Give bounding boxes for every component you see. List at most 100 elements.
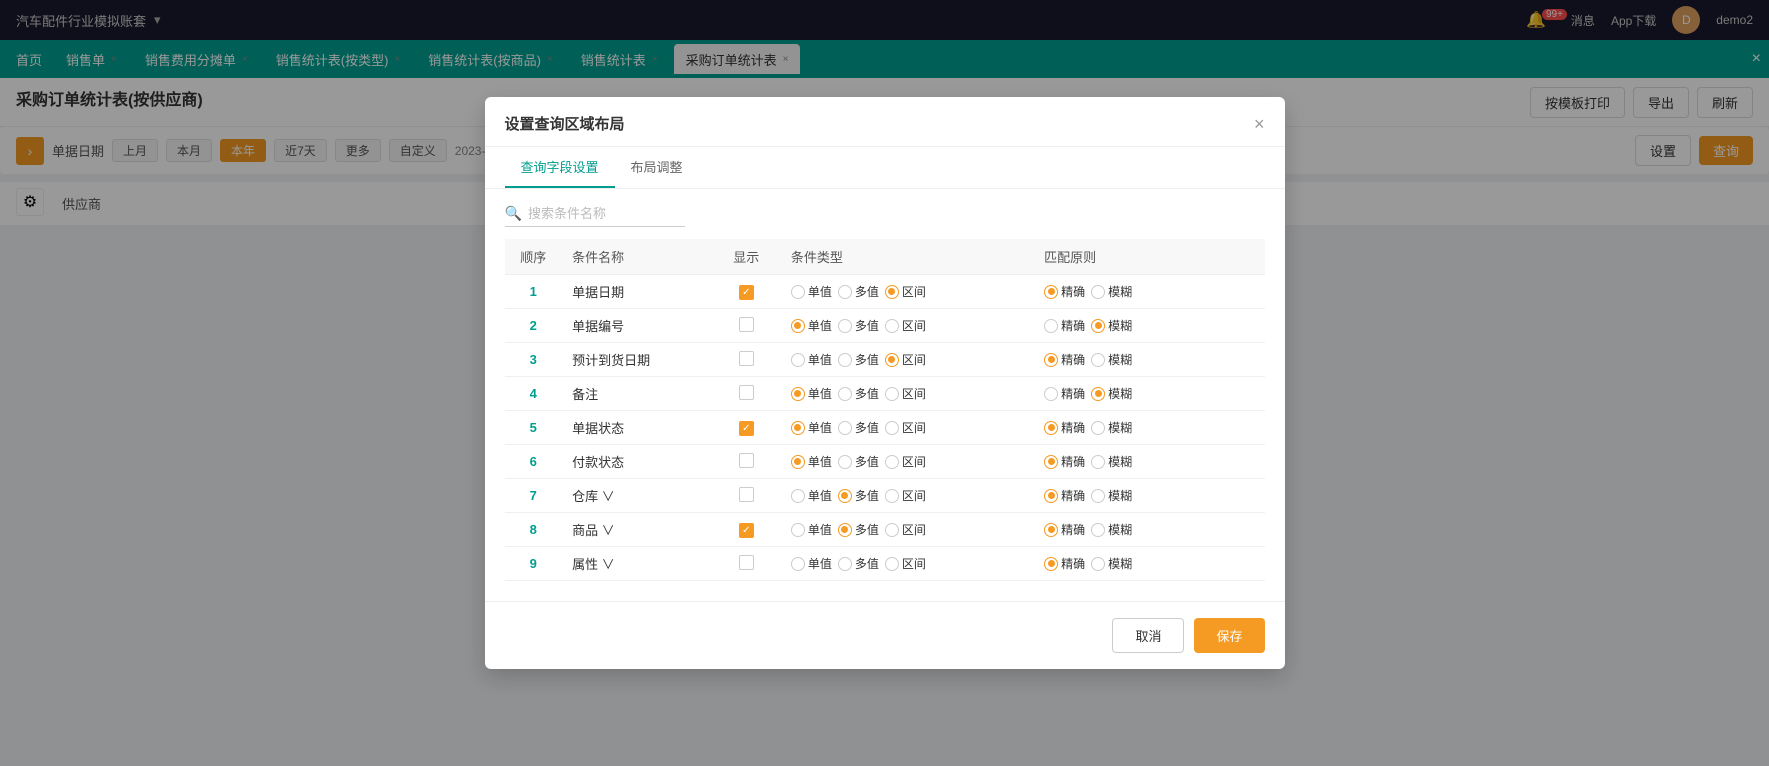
radio-fuzzy-2[interactable]: 模糊	[1091, 351, 1132, 368]
radio-multi-5[interactable]: 多值	[838, 453, 879, 470]
display-checkbox-4[interactable]	[739, 421, 754, 436]
radio-single-0[interactable]: 单值	[791, 283, 832, 300]
table-row: 2单据编号 单值 多值 区间 精确 模糊	[505, 309, 1265, 343]
radio-single-7[interactable]: 单值	[791, 521, 832, 538]
radio-fuzzy-3[interactable]: 模糊	[1091, 385, 1132, 402]
display-checkbox-7[interactable]	[739, 523, 754, 538]
modal-title: 设置查询区域布局	[505, 113, 625, 134]
modal-close-button[interactable]: ×	[1254, 115, 1265, 133]
radio-single-4[interactable]: 单值	[791, 419, 832, 436]
radio-single-5[interactable]: 单值	[791, 453, 832, 470]
radio-exact-6[interactable]: 精确	[1044, 487, 1085, 504]
radio-fuzzy-7[interactable]: 模糊	[1091, 521, 1132, 538]
radio-multi-6[interactable]: 多值	[838, 487, 879, 504]
radio-multi-0[interactable]: 多值	[838, 283, 879, 300]
cell-order-7: 8	[505, 513, 563, 547]
display-checkbox-3[interactable]	[739, 385, 754, 400]
cell-match-0: 精确 模糊	[1034, 275, 1264, 309]
cell-type-4: 单值 多值 区间	[781, 411, 1034, 445]
radio-fuzzy-5[interactable]: 模糊	[1091, 453, 1132, 470]
cell-match-9: 精确 模糊	[1034, 581, 1264, 590]
radio-range-0[interactable]: 区间	[885, 283, 926, 300]
table-row: 5单据状态 单值 多值 区间 精确 模糊	[505, 411, 1265, 445]
table-row: 8商品 ∨ 单值 多值 区间 精确 模糊	[505, 513, 1265, 547]
cell-match-4: 精确 模糊	[1034, 411, 1264, 445]
cell-name-6: 仓库 ∨	[562, 479, 712, 513]
cell-name-7: 商品 ∨	[562, 513, 712, 547]
condition-search-input[interactable]	[528, 206, 668, 221]
display-checkbox-1[interactable]	[739, 317, 754, 332]
radio-multi-3[interactable]: 多值	[838, 385, 879, 402]
radio-range-4[interactable]: 区间	[885, 419, 926, 436]
conditions-table: 顺序 条件名称 显示 条件类型 匹配原则 1单据日期 单值 多值	[505, 239, 1265, 589]
cell-order-0: 1	[505, 275, 563, 309]
col-header-name: 条件名称	[562, 239, 712, 275]
cell-display-0[interactable]	[712, 275, 781, 309]
radio-multi-7[interactable]: 多值	[838, 521, 879, 538]
cell-name-9: 有无商品图片	[562, 581, 712, 590]
cancel-button[interactable]: 取消	[1112, 618, 1184, 653]
radio-range-5[interactable]: 区间	[885, 453, 926, 470]
display-checkbox-9[interactable]	[739, 589, 754, 590]
radio-fuzzy-0[interactable]: 模糊	[1091, 283, 1132, 300]
radio-exact-2[interactable]: 精确	[1044, 351, 1085, 368]
cell-order-6: 7	[505, 479, 563, 513]
save-button[interactable]: 保存	[1194, 618, 1264, 653]
display-checkbox-6[interactable]	[739, 487, 754, 502]
radio-multi-8[interactable]: 多值	[838, 555, 879, 572]
cell-order-5: 6	[505, 445, 563, 479]
radio-exact-5[interactable]: 精确	[1044, 453, 1085, 470]
cell-display-6[interactable]	[712, 479, 781, 513]
radio-exact-4[interactable]: 精确	[1044, 419, 1085, 436]
cell-match-3: 精确 模糊	[1034, 377, 1264, 411]
cell-display-8[interactable]	[712, 547, 781, 581]
table-row: 9属性 ∨ 单值 多值 区间 精确 模糊	[505, 547, 1265, 581]
cell-type-6: 单值 多值 区间	[781, 479, 1034, 513]
radio-single-2[interactable]: 单值	[791, 351, 832, 368]
cell-display-5[interactable]	[712, 445, 781, 479]
table-row: 1单据日期 单值 多值 区间 精确 模糊	[505, 275, 1265, 309]
modal-body: 🔍 顺序 条件名称 显示 条件类型 匹配原则	[485, 189, 1285, 601]
display-checkbox-0[interactable]	[739, 285, 754, 300]
radio-single-1[interactable]: 单值	[791, 317, 832, 334]
cell-order-8: 9	[505, 547, 563, 581]
radio-range-7[interactable]: 区间	[885, 521, 926, 538]
table-row: 10有无商品图片 单值 多值 区间 精确 模糊	[505, 581, 1265, 590]
radio-multi-4[interactable]: 多值	[838, 419, 879, 436]
radio-range-2[interactable]: 区间	[885, 351, 926, 368]
radio-exact-1[interactable]: 精确	[1044, 317, 1085, 334]
cell-type-8: 单值 多值 区间	[781, 547, 1034, 581]
radio-exact-8[interactable]: 精确	[1044, 555, 1085, 572]
radio-multi-1[interactable]: 多值	[838, 317, 879, 334]
radio-fuzzy-1[interactable]: 模糊	[1091, 317, 1132, 334]
cell-display-2[interactable]	[712, 343, 781, 377]
cell-display-3[interactable]	[712, 377, 781, 411]
modal-tab-layout[interactable]: 布局调整	[615, 147, 699, 188]
modal-header: 设置查询区域布局 ×	[485, 97, 1285, 147]
radio-exact-0[interactable]: 精确	[1044, 283, 1085, 300]
radio-fuzzy-4[interactable]: 模糊	[1091, 419, 1132, 436]
cell-display-9[interactable]	[712, 581, 781, 590]
radio-multi-2[interactable]: 多值	[838, 351, 879, 368]
modal-tab-query-fields[interactable]: 查询字段设置	[505, 147, 615, 188]
display-checkbox-5[interactable]	[739, 453, 754, 468]
radio-single-6[interactable]: 单值	[791, 487, 832, 504]
radio-single-8[interactable]: 单值	[791, 555, 832, 572]
cell-match-2: 精确 模糊	[1034, 343, 1264, 377]
radio-exact-7[interactable]: 精确	[1044, 521, 1085, 538]
cell-order-3: 4	[505, 377, 563, 411]
cell-name-8: 属性 ∨	[562, 547, 712, 581]
cell-display-7[interactable]	[712, 513, 781, 547]
radio-range-8[interactable]: 区间	[885, 555, 926, 572]
radio-range-6[interactable]: 区间	[885, 487, 926, 504]
radio-range-1[interactable]: 区间	[885, 317, 926, 334]
cell-display-1[interactable]	[712, 309, 781, 343]
display-checkbox-8[interactable]	[739, 555, 754, 570]
radio-range-3[interactable]: 区间	[885, 385, 926, 402]
cell-display-4[interactable]	[712, 411, 781, 445]
radio-exact-3[interactable]: 精确	[1044, 385, 1085, 402]
display-checkbox-2[interactable]	[739, 351, 754, 366]
radio-single-3[interactable]: 单值	[791, 385, 832, 402]
radio-fuzzy-8[interactable]: 模糊	[1091, 555, 1132, 572]
radio-fuzzy-6[interactable]: 模糊	[1091, 487, 1132, 504]
